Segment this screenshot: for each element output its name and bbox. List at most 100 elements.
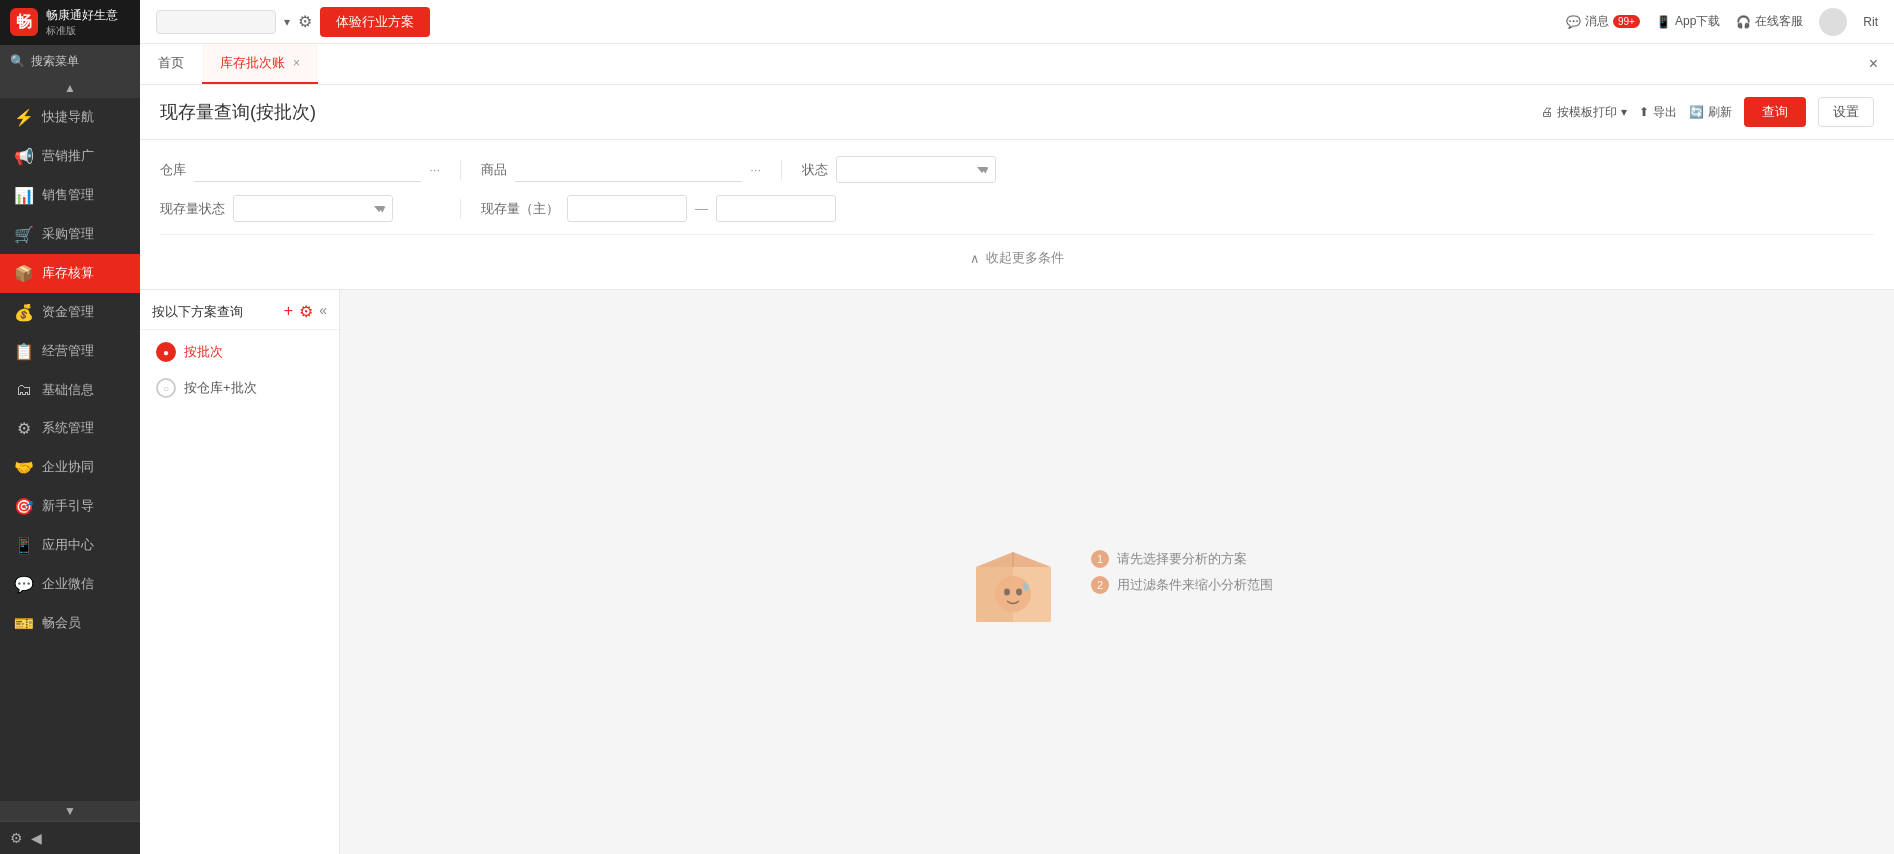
sidebar-item-label: 系统管理 — [42, 419, 94, 437]
warehouse-dots[interactable]: ··· — [429, 162, 440, 177]
sidebar-item-label: 应用中心 — [42, 536, 94, 554]
topbar-dropdown-icon[interactable]: ▾ — [284, 15, 290, 29]
sidebar-item-corp[interactable]: 🤝 企业协同 — [0, 448, 140, 487]
scheme-item-by-warehouse-batch[interactable]: ○ 按仓库+批次 — [140, 370, 339, 406]
sidebar-item-member[interactable]: 🎫 畅会员 — [0, 604, 140, 643]
empty-state: 1 请先选择要分析的方案 2 用过滤条件来缩小分析范围 — [961, 522, 1273, 622]
status-select[interactable] — [836, 156, 996, 183]
tip-text-1: 请先选择要分析的方案 — [1117, 550, 1247, 568]
collapse-filter-btn[interactable]: ∧ 收起更多条件 — [160, 243, 1874, 273]
product-input[interactable] — [515, 158, 742, 182]
sidebar-item-wechat[interactable]: 💬 企业微信 — [0, 565, 140, 604]
scheme-batch-icon: ● — [156, 342, 176, 362]
print-dropdown-icon[interactable]: ▾ — [1621, 105, 1627, 119]
print-icon: 🖨 — [1541, 105, 1553, 119]
sidebar-scroll-down[interactable]: ▼ — [0, 801, 140, 821]
active-tab-label: 库存批次账 — [220, 54, 285, 72]
stock-qty-min-input[interactable] — [567, 195, 687, 222]
status-field: 状态 ▾ — [802, 156, 1082, 183]
app-download-label: App下载 — [1675, 13, 1720, 30]
sidebar-nav: ⚡ 快捷导航 📢 营销推广 📊 销售管理 🛒 采购管理 📦 库存核算 💰 资金管… — [0, 98, 140, 801]
tab-inventory-batch[interactable]: 库存批次账 × — [202, 44, 318, 84]
stock-status-field: 现存量状态 ▾ — [160, 195, 440, 222]
empty-tip-2: 2 用过滤条件来缩小分析范围 — [1091, 576, 1273, 594]
sidebar-item-quick-nav[interactable]: ⚡ 快捷导航 — [0, 98, 140, 137]
topbar-gear-icon[interactable]: ⚙ — [298, 12, 312, 31]
sidebar-item-purchase[interactable]: 🛒 采购管理 — [0, 215, 140, 254]
sidebar-item-newbie[interactable]: 🎯 新手引导 — [0, 487, 140, 526]
stock-qty-max-input[interactable] — [716, 195, 836, 222]
sidebar-item-inventory[interactable]: 📦 库存核算 — [0, 254, 140, 293]
sidebar-item-label: 畅会员 — [42, 614, 81, 632]
scheme-item-by-batch[interactable]: ● 按批次 — [140, 334, 339, 370]
sidebar-item-finance[interactable]: 💰 资金管理 — [0, 293, 140, 332]
sidebar-item-label: 采购管理 — [42, 225, 94, 243]
app-download-btn[interactable]: 📱 App下载 — [1656, 13, 1720, 30]
newbie-icon: 🎯 — [14, 497, 34, 516]
collapse-icon: ∧ — [970, 251, 980, 266]
scheme-header: 按以下方案查询 + ⚙ « — [140, 302, 339, 330]
tabbar-close-btn[interactable]: × — [1853, 44, 1894, 84]
settings-btn[interactable]: 设置 — [1818, 97, 1874, 127]
tab-home[interactable]: 首页 — [140, 44, 202, 84]
sidebar-item-label: 基础信息 — [42, 381, 94, 399]
tip-num-1: 1 — [1091, 550, 1109, 568]
scheme-collapse-icon[interactable]: « — [319, 302, 327, 321]
refresh-btn[interactable]: 🔄 刷新 — [1689, 104, 1732, 121]
stock-status-select[interactable] — [233, 195, 393, 222]
stock-status-label: 现存量状态 — [160, 200, 225, 218]
apps-icon: 📱 — [14, 536, 34, 555]
sidebar-header: 畅 畅康通好生意 标准版 — [0, 0, 140, 45]
sidebar-scroll-up[interactable]: ▲ — [0, 78, 140, 98]
query-btn[interactable]: 查询 — [1744, 97, 1806, 127]
sidebar-collapse-icon[interactable]: ◀ — [31, 830, 42, 846]
sidebar-item-system[interactable]: ⚙ 系统管理 — [0, 409, 140, 448]
export-icon: ⬆ — [1639, 105, 1649, 119]
sidebar-item-apps[interactable]: 📱 应用中心 — [0, 526, 140, 565]
warehouse-field: 仓库 ··· — [160, 158, 440, 182]
sidebar-item-sales[interactable]: 📊 销售管理 — [0, 176, 140, 215]
messages-badge: 99+ — [1613, 15, 1640, 28]
product-dots[interactable]: ··· — [750, 162, 761, 177]
sidebar-search[interactable]: 🔍 搜索菜单 — [0, 45, 140, 78]
tabbar: 首页 库存批次账 × × — [140, 44, 1894, 85]
main-body: 按以下方案查询 + ⚙ « ● 按批次 ○ 按仓库+批次 — [140, 290, 1894, 854]
messages-label: 消息 — [1585, 13, 1609, 30]
topbar-search-input[interactable] — [156, 10, 276, 34]
scheme-settings-icon[interactable]: ⚙ — [299, 302, 313, 321]
search-icon: 🔍 — [10, 54, 25, 68]
stock-qty-dash: — — [695, 201, 708, 216]
content-area: 现存量查询(按批次) 🖨 按模板打印 ▾ ⬆ 导出 🔄 刷新 查询 设置 — [140, 85, 1894, 854]
export-label: 导出 — [1653, 104, 1677, 121]
purchase-icon: 🛒 — [14, 225, 34, 244]
scheme-title: 按以下方案查询 — [152, 303, 243, 321]
data-area: 1 请先选择要分析的方案 2 用过滤条件来缩小分析范围 — [340, 290, 1894, 854]
online-service-btn[interactable]: 🎧 在线客服 — [1736, 13, 1803, 30]
sidebar-item-operation[interactable]: 📋 经营管理 — [0, 332, 140, 371]
sidebar-item-basic[interactable]: 🗂 基础信息 — [0, 371, 140, 409]
refresh-label: 刷新 — [1708, 104, 1732, 121]
sales-icon: 📊 — [14, 186, 34, 205]
messages-btn[interactable]: 💬 消息 99+ — [1566, 13, 1640, 30]
scheme-add-icon[interactable]: + — [284, 302, 293, 321]
finance-icon: 💰 — [14, 303, 34, 322]
filter-separator-1 — [460, 160, 461, 180]
sidebar-search-label: 搜索菜单 — [31, 53, 79, 70]
refresh-icon: 🔄 — [1689, 105, 1704, 119]
export-btn[interactable]: ⬆ 导出 — [1639, 104, 1677, 121]
scheme-actions: + ⚙ « — [284, 302, 327, 321]
sidebar-settings-icon[interactable]: ⚙ — [10, 830, 23, 846]
warehouse-input[interactable] — [194, 158, 421, 182]
empty-tips: 1 请先选择要分析的方案 2 用过滤条件来缩小分析范围 — [1091, 550, 1273, 594]
sidebar-item-marketing[interactable]: 📢 营销推广 — [0, 137, 140, 176]
home-tab-label: 首页 — [158, 54, 184, 72]
user-avatar[interactable] — [1819, 8, 1847, 36]
tip-num-2: 2 — [1091, 576, 1109, 594]
service-icon: 🎧 — [1736, 15, 1751, 29]
topbar-right: 💬 消息 99+ 📱 App下载 🎧 在线客服 Rit — [1566, 8, 1878, 36]
tab-close-icon[interactable]: × — [293, 56, 300, 70]
status-label: 状态 — [802, 161, 828, 179]
svg-point-3 — [995, 576, 1031, 612]
print-btn[interactable]: 🖨 按模板打印 ▾ — [1541, 104, 1627, 121]
trial-btn[interactable]: 体验行业方案 — [320, 7, 430, 37]
